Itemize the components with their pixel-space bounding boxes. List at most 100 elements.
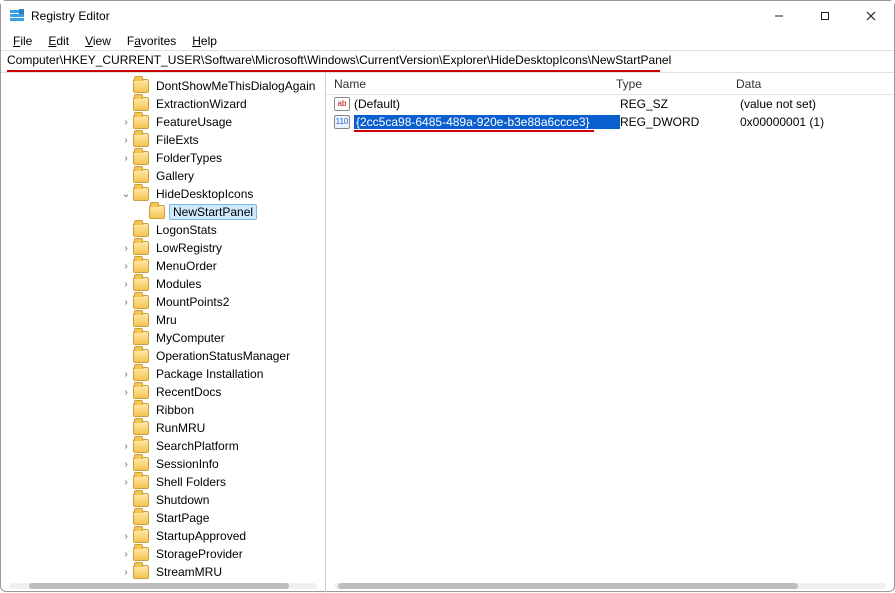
chevron-right-icon[interactable]: › bbox=[119, 297, 133, 308]
chevron-right-icon[interactable]: › bbox=[119, 153, 133, 164]
tree-item[interactable]: › SessionInfo bbox=[1, 455, 325, 473]
tree-item-label: Shell Folders bbox=[153, 475, 229, 489]
chevron-right-icon[interactable]: › bbox=[119, 477, 133, 488]
tree-item[interactable]: LogonStats bbox=[1, 221, 325, 239]
tree-item-label: DontShowMeThisDialogAgain bbox=[153, 79, 318, 93]
tree-item-label: RecentDocs bbox=[153, 385, 224, 399]
chevron-right-icon[interactable]: › bbox=[119, 279, 133, 290]
tree-item-label: Mru bbox=[153, 313, 180, 327]
tree-item[interactable]: ›MenuOrder bbox=[1, 257, 325, 275]
menu-file[interactable]: File bbox=[5, 33, 40, 49]
folder-icon bbox=[149, 205, 165, 219]
values-horizontal-scrollbar[interactable] bbox=[334, 583, 886, 589]
tree-item-label: Shutdown bbox=[153, 493, 212, 507]
column-header-type[interactable]: Type bbox=[616, 77, 736, 91]
tree-item[interactable]: ›Modules bbox=[1, 275, 325, 293]
folder-icon bbox=[133, 277, 149, 291]
value-name: (Default) bbox=[354, 97, 620, 111]
value-type: REG_SZ bbox=[620, 97, 740, 111]
tree-pane[interactable]: DontShowMeThisDialogAgain ExtractionWizar… bbox=[1, 73, 326, 593]
folder-icon bbox=[133, 97, 149, 111]
tree-item[interactable]: › LowRegistry bbox=[1, 239, 325, 257]
folder-icon bbox=[133, 259, 149, 273]
tree-item[interactable]: ExtractionWizard bbox=[1, 95, 325, 113]
tree-item[interactable]: DontShowMeThisDialogAgain bbox=[1, 77, 325, 95]
chevron-down-icon[interactable]: ⌄ bbox=[119, 189, 133, 200]
menu-help[interactable]: Help bbox=[184, 33, 225, 49]
folder-icon bbox=[133, 421, 149, 435]
chevron-right-icon[interactable]: › bbox=[119, 531, 133, 542]
address-underline-annotation bbox=[7, 70, 660, 72]
tree-item-label: ExtractionWizard bbox=[153, 97, 250, 111]
tree-item-label: HideDesktopIcons bbox=[153, 187, 256, 201]
tree-item[interactable]: ›FileExts bbox=[1, 131, 325, 149]
tree-item[interactable]: NewStartPanel bbox=[1, 203, 325, 221]
tree-horizontal-scrollbar[interactable] bbox=[9, 583, 317, 589]
chevron-right-icon[interactable]: › bbox=[119, 567, 133, 578]
tree-item[interactable]: › RecentDocs bbox=[1, 383, 325, 401]
close-button[interactable] bbox=[848, 1, 894, 31]
minimize-button[interactable] bbox=[756, 1, 802, 31]
chevron-right-icon[interactable]: › bbox=[119, 261, 133, 272]
tree-item[interactable]: › SearchPlatform bbox=[1, 437, 325, 455]
folder-icon bbox=[133, 169, 149, 183]
registry-tree[interactable]: DontShowMeThisDialogAgain ExtractionWizar… bbox=[1, 77, 325, 581]
values-pane[interactable]: Name Type Data ab (Default)REG_SZ(value n… bbox=[326, 73, 894, 593]
tree-item[interactable]: › Shell Folders bbox=[1, 473, 325, 491]
chevron-right-icon[interactable]: › bbox=[119, 135, 133, 146]
tree-item-label: MyComputer bbox=[153, 331, 228, 345]
value-row[interactable]: ab (Default)REG_SZ(value not set) bbox=[326, 95, 894, 113]
menu-view[interactable]: View bbox=[77, 33, 119, 49]
tree-item[interactable]: Ribbon bbox=[1, 401, 325, 419]
folder-icon bbox=[133, 349, 149, 363]
menu-favorites[interactable]: Favorites bbox=[119, 33, 184, 49]
tree-item-label: FeatureUsage bbox=[153, 115, 235, 129]
folder-icon bbox=[133, 547, 149, 561]
chevron-right-icon[interactable]: › bbox=[119, 549, 133, 560]
chevron-right-icon[interactable]: › bbox=[119, 369, 133, 380]
column-header-data[interactable]: Data bbox=[736, 77, 894, 91]
tree-item[interactable]: ›Package Installation bbox=[1, 365, 325, 383]
tree-item-label: LowRegistry bbox=[153, 241, 225, 255]
tree-item-label: SearchPlatform bbox=[153, 439, 242, 453]
tree-item[interactable]: Shutdown bbox=[1, 491, 325, 509]
folder-icon bbox=[133, 241, 149, 255]
chevron-right-icon[interactable]: › bbox=[119, 459, 133, 470]
tree-item[interactable]: MyComputer bbox=[1, 329, 325, 347]
chevron-right-icon[interactable]: › bbox=[119, 117, 133, 128]
tree-item-label: Gallery bbox=[153, 169, 197, 183]
values-header: Name Type Data bbox=[326, 73, 894, 95]
column-header-name[interactable]: Name bbox=[326, 77, 616, 91]
string-value-icon: ab bbox=[334, 97, 350, 111]
folder-icon bbox=[133, 151, 149, 165]
tree-item[interactable]: OperationStatusManager bbox=[1, 347, 325, 365]
value-data: (value not set) bbox=[740, 97, 894, 111]
value-data: 0x00000001 (1) bbox=[740, 115, 894, 129]
tree-item-label: RunMRU bbox=[153, 421, 208, 435]
tree-item[interactable]: ›StartupApproved bbox=[1, 527, 325, 545]
tree-item[interactable]: StartPage bbox=[1, 509, 325, 527]
value-row[interactable]: 110{2cc5ca98-6485-489a-920e-b3e88a6ccce3… bbox=[326, 113, 894, 131]
title-bar: Registry Editor bbox=[1, 1, 894, 31]
tree-item[interactable]: Mru bbox=[1, 311, 325, 329]
folder-icon bbox=[133, 79, 149, 93]
folder-icon bbox=[133, 439, 149, 453]
values-list[interactable]: ab (Default)REG_SZ(value not set) 110{2cc5… bbox=[326, 95, 894, 133]
tree-item[interactable]: ›StorageProvider bbox=[1, 545, 325, 563]
tree-item[interactable]: RunMRU bbox=[1, 419, 325, 437]
maximize-button[interactable] bbox=[802, 1, 848, 31]
tree-item[interactable]: › FeatureUsage bbox=[1, 113, 325, 131]
tree-item[interactable]: ⌄ HideDesktopIcons bbox=[1, 185, 325, 203]
tree-item[interactable]: Gallery bbox=[1, 167, 325, 185]
content-area: DontShowMeThisDialogAgain ExtractionWizar… bbox=[1, 73, 894, 593]
chevron-right-icon[interactable]: › bbox=[119, 387, 133, 398]
tree-item[interactable]: ›MountPoints2 bbox=[1, 293, 325, 311]
chevron-right-icon[interactable]: › bbox=[119, 243, 133, 254]
tree-item-label: SessionInfo bbox=[153, 457, 222, 471]
tree-item[interactable]: ›FolderTypes bbox=[1, 149, 325, 167]
tree-item[interactable]: ›StreamMRU bbox=[1, 563, 325, 581]
value-type: REG_DWORD bbox=[620, 115, 740, 129]
menu-edit[interactable]: Edit bbox=[40, 33, 77, 49]
dword-value-icon: 110 bbox=[334, 115, 350, 129]
chevron-right-icon[interactable]: › bbox=[119, 441, 133, 452]
